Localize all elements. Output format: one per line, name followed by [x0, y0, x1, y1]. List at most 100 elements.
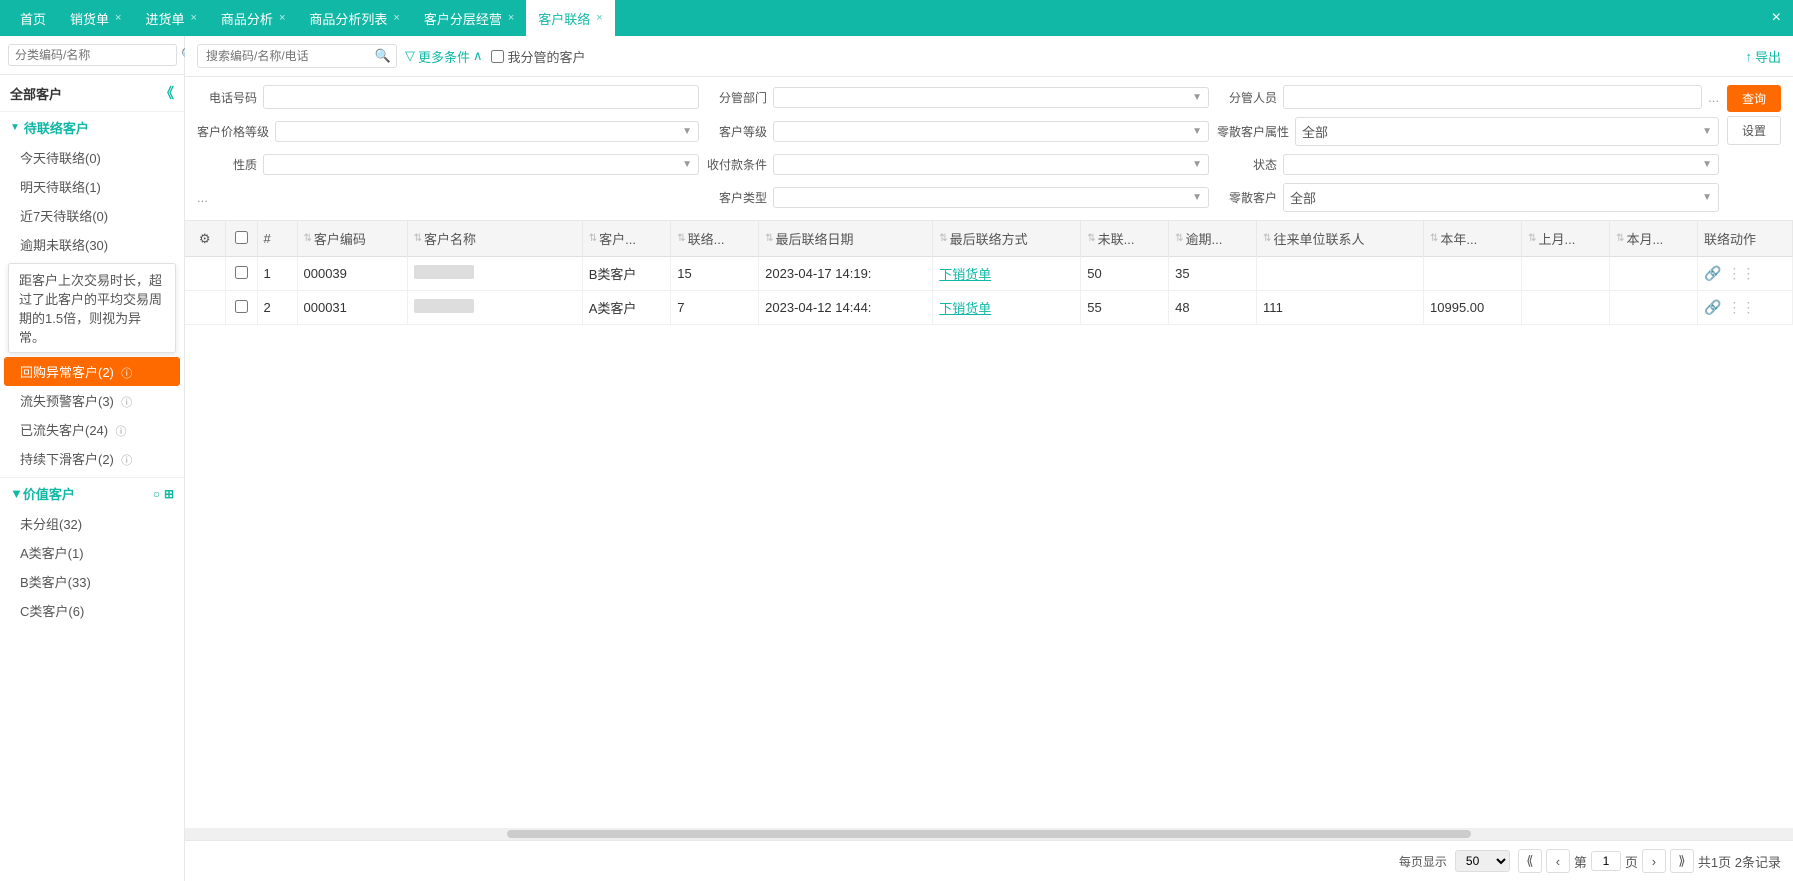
- sidebar-item-unclassified[interactable]: 未分组(32): [0, 509, 184, 538]
- sidebar-item-class-b[interactable]: B类客户(33): [0, 567, 184, 596]
- prev-page-button[interactable]: ‹: [1546, 849, 1570, 873]
- row2-link-icon[interactable]: 🔗: [1704, 299, 1721, 316]
- sidebar-item-7days[interactable]: 近7天待联络(0): [0, 201, 184, 230]
- sidebar-item-churned[interactable]: 已流失客户(24) ⓘ: [0, 415, 184, 444]
- row2-checkbox: [225, 291, 257, 325]
- nav-item-customer-management[interactable]: 客户分层经营 ×: [412, 0, 526, 36]
- main-layout: 🔍 全部客户 《 ▼ 待联络客户 今天待联络(0) 明天待联络(1) 近7天待联…: [0, 36, 1793, 881]
- nav-item-product-analysis-list[interactable]: 商品分析列表 ×: [297, 0, 411, 36]
- sidebar-item-class-c[interactable]: C类客户(6): [0, 596, 184, 625]
- sidebar-item-declining[interactable]: 持续下滑客户(2) ⓘ: [0, 444, 184, 473]
- my-customers-checkbox[interactable]: [491, 50, 504, 63]
- row1-select-checkbox[interactable]: [235, 266, 248, 279]
- col-last-date[interactable]: ⇅ 最后联络日期: [759, 221, 933, 257]
- close-sales-tab[interactable]: ×: [115, 12, 121, 24]
- row1-settings: [185, 257, 225, 291]
- close-product-list-tab[interactable]: ×: [393, 12, 399, 24]
- status-select[interactable]: ▼: [1283, 154, 1719, 175]
- row1-overdue: 35: [1169, 257, 1257, 291]
- payment-select[interactable]: ▼: [773, 154, 1209, 175]
- action-buttons: 查询 设置: [1727, 85, 1781, 145]
- sidebar-collapse-button[interactable]: 《: [160, 83, 174, 103]
- customer-level-select[interactable]: ▼: [773, 121, 1209, 142]
- row1-link-icon[interactable]: 🔗: [1704, 265, 1721, 282]
- nav-item-sales[interactable]: 销货单 ×: [58, 0, 133, 36]
- filter-search-icon[interactable]: 🔍: [375, 48, 391, 64]
- row2-contact: 7: [671, 291, 759, 325]
- nav-item-purchase[interactable]: 进货单 ×: [133, 0, 208, 36]
- sidebar-item-class-a[interactable]: A类客户(1): [0, 538, 184, 567]
- col-last-method[interactable]: ⇅ 最后联络方式: [933, 221, 1081, 257]
- col-lastmonth-sort-icon: ⇅: [1528, 233, 1536, 244]
- window-close-button[interactable]: ×: [1772, 9, 1781, 27]
- last-page-button[interactable]: ⟫: [1670, 849, 1694, 873]
- customer-type-select[interactable]: ▼: [773, 187, 1209, 208]
- edit-groups-icon[interactable]: ○: [153, 487, 160, 501]
- col-type[interactable]: ⇅ 客户...: [582, 221, 671, 257]
- row1-last-method-link[interactable]: 下销货单: [939, 267, 991, 282]
- price-level-select[interactable]: ▼: [275, 121, 699, 142]
- col-contact-count[interactable]: ⇅ 联络...: [671, 221, 759, 257]
- sidebar-item-today[interactable]: 今天待联络(0): [0, 143, 184, 172]
- export-button[interactable]: ↑ 导出: [1745, 47, 1781, 66]
- sidebar-item-overdue[interactable]: 逾期未联络(30): [0, 230, 184, 259]
- nav-item-customer-contact[interactable]: 客户联络 ×: [526, 0, 614, 36]
- retail-attr-select[interactable]: 全部 ▼: [1295, 117, 1719, 146]
- row2-more-icon[interactable]: ⋮⋮: [1727, 299, 1755, 316]
- settings-icon[interactable]: ⚙: [199, 231, 211, 246]
- my-customers-checkbox-label[interactable]: 我分管的客户: [491, 47, 586, 66]
- status-label: 状态: [1217, 156, 1277, 173]
- col-last-month[interactable]: ⇅ 上月...: [1522, 221, 1610, 257]
- filter-cell-price-level: 客户价格等级 ▼: [197, 121, 699, 142]
- export-icon: ↑: [1745, 49, 1752, 64]
- filter-cell-customer-type: 客户类型 ▼: [707, 187, 1209, 208]
- col-contact-person[interactable]: ⇅ 往来单位联系人: [1257, 221, 1424, 257]
- nature-select[interactable]: ▼: [263, 154, 699, 175]
- next-page-button[interactable]: ›: [1642, 849, 1666, 873]
- phone-input[interactable]: [263, 85, 699, 109]
- manage-groups-icon[interactable]: ⊞: [164, 487, 174, 501]
- person-input[interactable]: [1283, 85, 1702, 109]
- row4-dots-button[interactable]: ...: [197, 190, 208, 205]
- col-settings[interactable]: ⚙: [185, 221, 225, 257]
- customer-type-label: 客户类型: [707, 189, 767, 206]
- horizontal-scrollbar[interactable]: [185, 828, 1793, 840]
- col-this-year[interactable]: ⇅ 本年...: [1424, 221, 1522, 257]
- nav-item-home[interactable]: 首页: [8, 0, 58, 36]
- col-code[interactable]: ⇅ 客户编码: [297, 221, 407, 257]
- sidebar-item-repurchase-anomaly[interactable]: 回购异常客户(2) ⓘ: [4, 357, 180, 386]
- row2-uncontact: 55: [1081, 291, 1169, 325]
- more-conditions-button[interactable]: ▽ 更多条件 ∧: [405, 47, 483, 66]
- query-button[interactable]: 查询: [1727, 85, 1781, 112]
- dept-select[interactable]: ▼: [773, 87, 1209, 108]
- col-this-month[interactable]: ⇅ 本月...: [1610, 221, 1698, 257]
- per-page-select[interactable]: 50 100 200: [1455, 850, 1510, 872]
- col-name[interactable]: ⇅ 客户名称: [407, 221, 582, 257]
- scrollbar-thumb[interactable]: [507, 830, 1472, 838]
- row1-index: 1: [257, 257, 297, 291]
- sidebar-search-input[interactable]: [8, 44, 177, 66]
- nav-item-product-analysis[interactable]: 商品分析 ×: [209, 0, 297, 36]
- first-page-button[interactable]: ⟪: [1518, 849, 1542, 873]
- close-customer-contact-tab[interactable]: ×: [596, 12, 602, 24]
- col-overdue[interactable]: ⇅ 逾期...: [1169, 221, 1257, 257]
- retail-customer-select[interactable]: 全部 ▼: [1283, 183, 1719, 212]
- row2-last-method-link[interactable]: 下销货单: [939, 301, 991, 316]
- close-customer-mgmt-tab[interactable]: ×: [508, 12, 514, 24]
- col-uncontact[interactable]: ⇅ 未联...: [1081, 221, 1169, 257]
- row2-select-checkbox[interactable]: [235, 300, 248, 313]
- search-input[interactable]: [197, 44, 397, 68]
- page-number-input[interactable]: [1591, 851, 1621, 871]
- row2-name: [407, 291, 582, 325]
- sidebar-item-churn-warning[interactable]: 流失预警客户(3) ⓘ: [0, 386, 184, 415]
- person-dots-button[interactable]: ...: [1708, 90, 1719, 105]
- row1-more-icon[interactable]: ⋮⋮: [1727, 265, 1755, 282]
- declining-info-icon: ⓘ: [121, 455, 132, 467]
- close-product-analysis-tab[interactable]: ×: [279, 12, 285, 24]
- select-all-checkbox[interactable]: [235, 231, 248, 244]
- close-purchase-tab[interactable]: ×: [190, 12, 196, 24]
- settings-button[interactable]: 设置: [1727, 116, 1781, 145]
- sidebar-item-tomorrow[interactable]: 明天待联络(1): [0, 172, 184, 201]
- filter-cell-retail-customer: 零散客户 全部 ▼: [1217, 183, 1719, 212]
- row1-code: 000039: [297, 257, 407, 291]
